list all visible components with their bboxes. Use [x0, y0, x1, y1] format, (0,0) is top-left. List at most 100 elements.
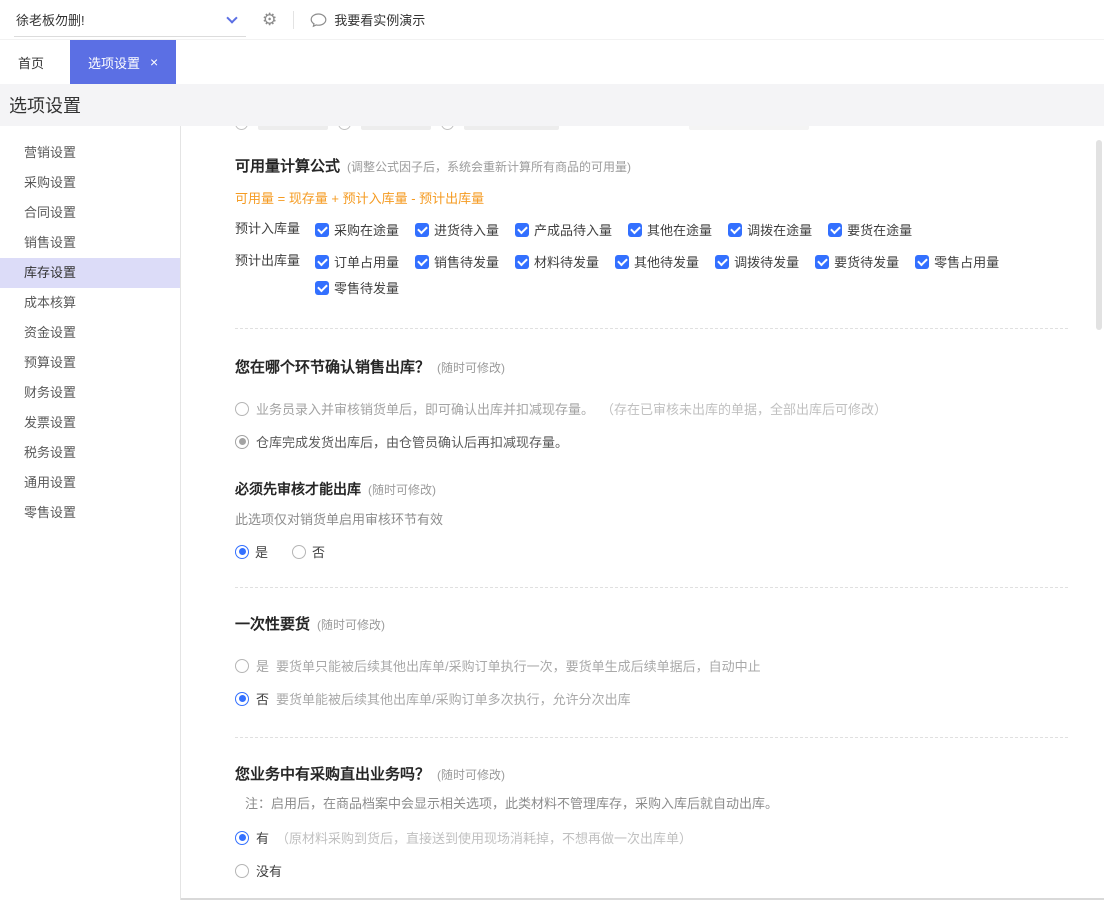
section-title-row: 一次性要货 (随时可修改) — [235, 613, 1068, 634]
radio-one-time-no[interactable]: 否 要货单能被后续其他出库单/采购订单多次执行，允许分次出库 — [235, 689, 1068, 708]
radio-selected-icon — [235, 434, 249, 449]
demo-link-label: 我要看实例演示 — [334, 13, 426, 28]
section-one-time-request: 一次性要货 (随时可修改) 是 要货单只能被后续其他出库单/采购订单执行一次，要… — [235, 613, 1068, 708]
checkbox-checked-icon — [615, 254, 630, 269]
clipped-text-stub — [464, 126, 559, 130]
tab-home[interactable]: 首页 — [0, 40, 62, 84]
sidebar-item-inventory[interactable]: 库存设置 — [0, 258, 180, 288]
sidebar-item-budget[interactable]: 预算设置 — [0, 348, 180, 378]
subsection-title: 必须先审核才能出库 — [235, 481, 361, 497]
radio-must-audit-yes[interactable]: 是 — [235, 542, 268, 561]
radio-must-audit-no[interactable]: 否 — [292, 542, 325, 561]
radio-direct-out-yes[interactable]: 有 （原材料采购到货后，直接送到使用现场消耗掉，不想再做一次出库单） — [235, 828, 1068, 847]
chat-bubble-icon — [310, 12, 327, 28]
radio-unselected-icon — [235, 863, 249, 878]
checkbox-transfer-in-transit[interactable]: 调拨在途量 — [728, 220, 812, 239]
page-title: 选项设置 — [9, 96, 81, 116]
tab-options-settings[interactable]: 选项设置 × — [70, 40, 177, 84]
checkbox-checked-icon — [415, 222, 430, 237]
topbar: 徐老板勿删! ⚙ 我要看实例演示 — [0, 0, 1104, 40]
inbound-qty-options: 采购在途量 进货待入量 产成品待入量 其他在途量 调拨在途量 要货在途量 — [315, 220, 912, 239]
radio-warehouse-confirm[interactable]: 仓库完成发货出库后，由仓管员确认后再扣减现存量。 — [235, 432, 1068, 451]
checkbox-other-in-transit[interactable]: 其他在途量 — [628, 220, 712, 239]
clipped-text-stub — [689, 126, 809, 130]
checkbox-checked-icon — [515, 254, 530, 269]
clipped-text-stub — [361, 126, 431, 130]
section-hint: (随时可修改) — [437, 768, 506, 782]
radio-unselected-icon — [235, 658, 249, 673]
section-title: 一次性要货 — [235, 616, 311, 633]
outbound-qty-row: 预计出库量 订单占用量 销售待发量 材料待发量 其他待发量 调拨待发量 要货待发… — [235, 252, 1068, 271]
sidebar-item-retail[interactable]: 零售设置 — [0, 498, 180, 528]
checkbox-transfer-pending-out[interactable]: 调拨待发量 — [715, 252, 799, 271]
sidebar-item-marketing[interactable]: 营销设置 — [0, 138, 180, 168]
radio-salesperson-confirm[interactable]: 业务员录入并审核销货单后，即可确认出库并扣减现存量。 （存在已审核未出库的单据，… — [235, 399, 1068, 418]
settings-content: 可用量计算公式 (调整公式因子后，系统会重新计算所有商品的可用量) 可用量 = … — [181, 126, 1104, 900]
section-title: 您业务中有采购直出业务吗？ — [235, 766, 431, 783]
demo-link[interactable]: 我要看实例演示 — [310, 10, 425, 29]
checkbox-request-in-transit[interactable]: 要货在途量 — [828, 220, 912, 239]
topbar-divider — [293, 10, 295, 29]
sidebar-item-finance[interactable]: 财务设置 — [0, 378, 180, 408]
tab-bar: 首页 选项设置 × — [0, 40, 1104, 84]
checkbox-other-pending-out[interactable]: 其他待发量 — [615, 252, 699, 271]
checkbox-checked-icon — [628, 222, 643, 237]
checkbox-checked-icon — [915, 254, 930, 269]
radio-selected-icon — [235, 691, 249, 706]
sidebar-item-sales[interactable]: 销售设置 — [0, 228, 180, 258]
checkbox-retail-pending-out[interactable]: 零售待发量 — [315, 278, 399, 297]
must-audit-note: 此选项仅对销货单启用审核环节有效 — [235, 512, 444, 527]
radio-selected-icon — [235, 830, 249, 845]
checkbox-material-pending-out[interactable]: 材料待发量 — [515, 252, 599, 271]
direct-out-note: 注：启用后，在商品档案中会显示相关选项，此类材料不管理库存，采购入库后就自动出库… — [245, 796, 779, 811]
sidebar-item-invoice[interactable]: 发票设置 — [0, 408, 180, 438]
checkbox-order-occupied[interactable]: 订单占用量 — [315, 252, 399, 271]
checkbox-finished-pending-in[interactable]: 产成品待入量 — [515, 220, 612, 239]
checkbox-checked-icon — [315, 280, 329, 295]
outbound-qty-row-wrap: 零售待发量 — [235, 278, 1068, 297]
sidebar-item-tax[interactable]: 税务设置 — [0, 438, 180, 468]
close-icon[interactable]: × — [150, 55, 158, 69]
section-hint: (随时可修改) — [317, 618, 386, 632]
sidebar-item-general[interactable]: 通用设置 — [0, 468, 180, 498]
radio-direct-out-no[interactable]: 没有 — [235, 861, 1068, 880]
scrollbar[interactable] — [1096, 140, 1102, 330]
radio-one-time-yes[interactable]: 是 要货单只能被后续其他出库单/采购订单执行一次，要货单生成后续单据后，自动中止 — [235, 656, 1068, 675]
checkbox-goods-pending-in[interactable]: 进货待入量 — [415, 220, 499, 239]
checkbox-retail-occupied[interactable]: 零售占用量 — [915, 252, 999, 271]
checkbox-checked-icon — [415, 254, 430, 269]
section-title: 您在哪个环节确认销售出库？ — [235, 359, 431, 376]
chevron-down-icon — [226, 11, 238, 24]
checkbox-request-pending-out[interactable]: 要货待发量 — [815, 252, 899, 271]
formula-expression: 可用量 = 现存量 + 预计入库量 - 预计出库量 — [235, 191, 485, 206]
section-title: 可用量计算公式 — [235, 158, 341, 175]
sidebar-item-contract[interactable]: 合同设置 — [0, 198, 180, 228]
section-divider — [235, 737, 1068, 738]
checkbox-checked-icon — [515, 222, 530, 237]
section-hint: (随时可修改) — [437, 361, 506, 375]
radio-selected-icon — [235, 544, 249, 559]
outbound-qty-label: 预计出库量 — [235, 253, 301, 268]
checkbox-checked-icon — [728, 222, 743, 237]
sidebar-item-funds[interactable]: 资金设置 — [0, 318, 180, 348]
account-select[interactable]: 徐老板勿删! — [14, 3, 246, 37]
clipped-radio-icon — [235, 126, 248, 130]
settings-sidebar: 营销设置 采购设置 合同设置 销售设置 库存设置 成本核算 资金设置 预算设置 … — [0, 126, 181, 900]
outbound-qty-options: 订单占用量 销售待发量 材料待发量 其他待发量 调拨待发量 要货待发量 零售占用… — [315, 252, 999, 271]
sidebar-item-cost[interactable]: 成本核算 — [0, 288, 180, 318]
app-window: 徐老板勿删! ⚙ 我要看实例演示 首页 选项设置 × 选项设置 营销设置 采购设… — [0, 0, 1104, 900]
section-direct-out: 您业务中有采购直出业务吗？ (随时可修改) 注：启用后，在商品档案中会显示相关选… — [235, 763, 1068, 880]
page-body: 营销设置 采购设置 合同设置 销售设置 库存设置 成本核算 资金设置 预算设置 … — [0, 126, 1104, 900]
settings-gear-icon[interactable]: ⚙ — [262, 11, 277, 28]
section-hint: (调整公式因子后，系统会重新计算所有商品的可用量) — [347, 160, 632, 174]
tab-options-settings-label: 选项设置 — [88, 55, 141, 71]
sidebar-item-purchase[interactable]: 采购设置 — [0, 168, 180, 198]
outbound-qty-label-spacer — [235, 278, 315, 279]
section-divider — [235, 328, 1068, 329]
checkbox-purchase-in-transit[interactable]: 采购在途量 — [315, 220, 399, 239]
checkbox-checked-icon — [815, 254, 830, 269]
radio-unselected-icon — [292, 544, 307, 559]
clipped-radio-icon — [441, 126, 454, 130]
checkbox-sales-pending-out[interactable]: 销售待发量 — [415, 252, 499, 271]
checkbox-checked-icon — [315, 222, 329, 237]
